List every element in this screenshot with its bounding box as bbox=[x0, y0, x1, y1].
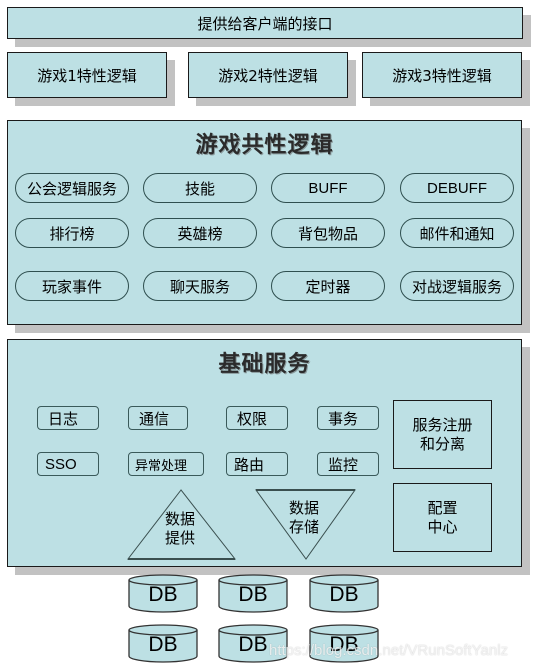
database-label: DB bbox=[148, 583, 178, 606]
database-cylinder: DB bbox=[218, 574, 288, 613]
triangles-layer bbox=[126, 489, 356, 560]
watermark: https://blog.csdn.net/VRunSoftYanlz bbox=[269, 642, 509, 659]
database-label: DB bbox=[148, 633, 178, 656]
database-cylinder: DB bbox=[128, 624, 198, 663]
database-cylinder: DB bbox=[128, 574, 198, 613]
database-label: DB bbox=[329, 583, 359, 606]
database-label: DB bbox=[238, 583, 268, 606]
database-cylinder: DB bbox=[309, 574, 379, 613]
data-provide-label: 数据 提供 bbox=[164, 510, 195, 547]
data-storage-label: 数据 存储 bbox=[288, 499, 319, 536]
